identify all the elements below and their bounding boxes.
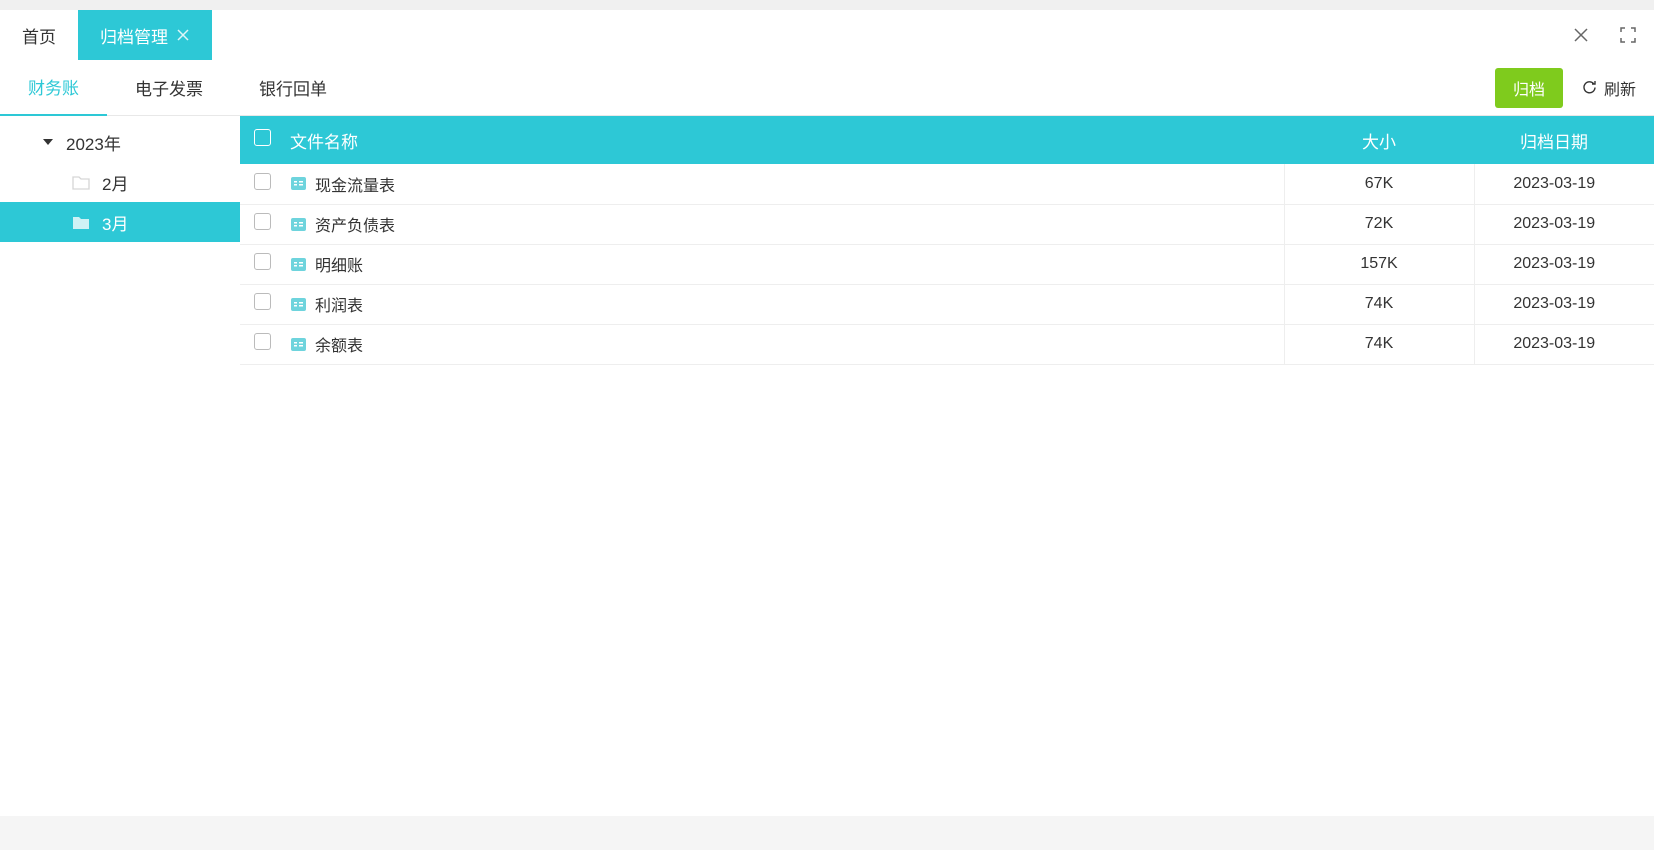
file-size: 74K [1284,324,1474,364]
archive-date: 2023-03-19 [1474,244,1654,284]
tab-home[interactable]: 首页 [0,10,78,60]
select-all-checkbox[interactable] [254,129,271,146]
window-top-bar [0,0,1654,10]
folder-icon [72,175,90,190]
tree-node-month-3[interactable]: 3月 [0,202,240,242]
chevron-down-icon [42,136,54,148]
table-row[interactable]: 现金流量表 67K2023-03-19 [240,164,1654,204]
file-size: 72K [1284,204,1474,244]
file-size: 157K [1284,244,1474,284]
file-name: 明细账 [315,252,363,276]
file-size: 67K [1284,164,1474,204]
file-icon [290,297,307,312]
tree-node-month-2[interactable]: 2月 [0,162,240,202]
file-table: 文件名称 大小 归档日期 现金流量表67K2023-03-19资产负债表72K2… [240,116,1654,365]
sub-tab-bank[interactable]: 银行回单 [231,60,355,116]
sub-tab-einvoice-label: 电子发票 [135,75,203,100]
folder-tree: 2023年 2月 3月 [0,116,240,816]
file-name: 现金流量表 [315,172,395,196]
archive-date: 2023-03-19 [1474,204,1654,244]
refresh-label: 刷新 [1604,76,1636,100]
tree-node-year[interactable]: 2023年 [0,122,240,162]
archive-button[interactable]: 归档 [1495,68,1563,108]
archive-date: 2023-03-19 [1474,284,1654,324]
refresh-button[interactable]: 刷新 [1581,76,1636,100]
row-checkbox[interactable] [254,333,271,350]
table-row[interactable]: 利润表 74K2023-03-19 [240,284,1654,324]
archive-button-label: 归档 [1513,82,1545,99]
window-close-button[interactable] [1565,19,1597,51]
file-icon [290,257,307,272]
file-icon [290,176,307,191]
tab-archive-label: 归档管理 [100,23,168,48]
file-table-panel: 文件名称 大小 归档日期 现金流量表67K2023-03-19资产负债表72K2… [240,116,1654,816]
archive-date: 2023-03-19 [1474,324,1654,364]
sub-tab-bank-label: 银行回单 [259,75,327,100]
table-row[interactable]: 资产负债表 72K2023-03-19 [240,204,1654,244]
row-checkbox[interactable] [254,213,271,230]
file-name: 资产负债表 [315,212,395,236]
file-size: 74K [1284,284,1474,324]
table-row[interactable]: 余额表 74K2023-03-19 [240,324,1654,364]
header-date: 归档日期 [1474,116,1654,164]
archive-date: 2023-03-19 [1474,164,1654,204]
main-tab-bar: 首页 归档管理 [0,10,1654,60]
sub-tab-einvoice[interactable]: 电子发票 [107,60,231,116]
row-checkbox[interactable] [254,293,271,310]
tree-node-year-label: 2023年 [66,130,121,155]
row-checkbox[interactable] [254,253,271,270]
tree-node-month-3-label: 3月 [102,210,128,235]
table-header-row: 文件名称 大小 归档日期 [240,116,1654,164]
content-area: 财务账 电子发票 银行回单 归档 刷新 2023 [0,60,1654,816]
folder-icon [72,215,90,230]
file-icon [290,337,307,352]
tree-node-month-2-label: 2月 [102,170,128,195]
main-body: 2023年 2月 3月 [0,116,1654,816]
refresh-icon [1581,79,1598,96]
tab-archive-management[interactable]: 归档管理 [78,10,212,60]
row-checkbox[interactable] [254,173,271,190]
file-icon [290,217,307,232]
sub-tab-finance[interactable]: 财务账 [0,60,107,116]
header-size: 大小 [1284,116,1474,164]
table-row[interactable]: 明细账 157K2023-03-19 [240,244,1654,284]
file-name: 利润表 [315,292,363,316]
file-name: 余额表 [315,332,363,356]
fullscreen-icon[interactable] [1612,19,1644,51]
sub-tab-finance-label: 财务账 [28,74,79,99]
header-filename: 文件名称 [290,116,1284,164]
close-icon[interactable] [176,28,190,42]
tab-home-label: 首页 [22,23,56,48]
sub-tab-bar: 财务账 电子发票 银行回单 归档 刷新 [0,60,1654,116]
